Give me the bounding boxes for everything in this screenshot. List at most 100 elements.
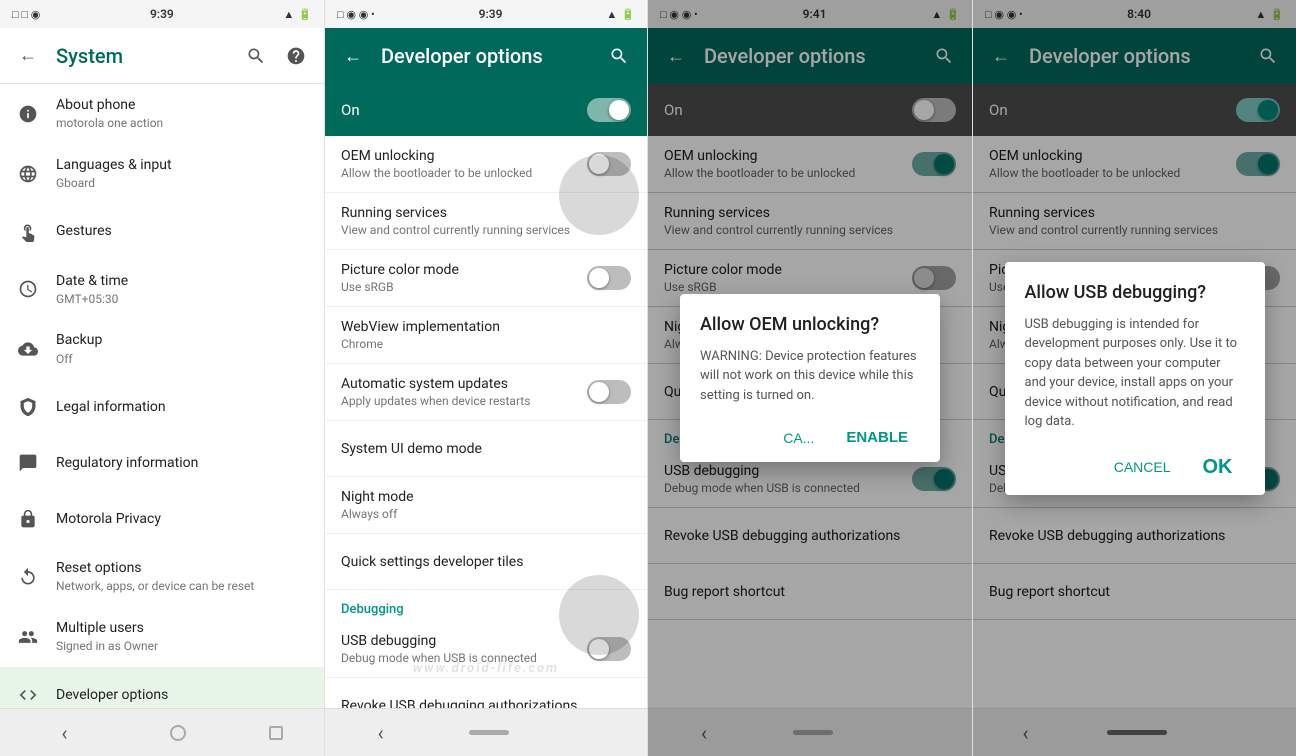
backup-title: Backup (56, 331, 308, 349)
notif-icons-2: □ ◉ ◉ • (337, 8, 375, 21)
battery-icon: 🔋 (298, 8, 312, 21)
color-toggle-2[interactable] (587, 266, 631, 290)
datetime-subtitle: GMT+05:30 (56, 292, 308, 308)
settings-item-about[interactable]: About phone motorola one action (0, 84, 324, 144)
dev-running-title-2: Running services (341, 205, 631, 221)
status-left-icons: □ □ ◉ (12, 8, 40, 21)
dev-item-usb-2[interactable]: USB debugging Debug mode when USB is con… (325, 621, 647, 678)
settings-item-legal[interactable]: Legal information (0, 379, 324, 435)
dev-item-night-2[interactable]: Night mode Always off (325, 477, 647, 534)
dev-settings-list-2: OEM unlocking Allow the bootloader to be… (325, 136, 647, 708)
dev-qs-text-2: Quick settings developer tiles (341, 554, 631, 570)
legal-icon (16, 395, 40, 419)
dev-item-autoupdate-2[interactable]: Automatic system updates Apply updates w… (325, 364, 647, 421)
privacy-text: Motorola Privacy (56, 510, 308, 528)
developer-title: Developer options (56, 686, 308, 704)
debugging-label-2: Debugging (325, 590, 647, 621)
bottom-nav-1: ‹ (0, 708, 324, 756)
app-bar-1: ← System (0, 28, 324, 84)
settings-item-users[interactable]: Multiple users Signed in as Owner (0, 607, 324, 667)
legal-text: Legal information (56, 398, 308, 416)
dev-demo-title-2: System UI demo mode (341, 441, 631, 457)
dev-item-demo-2[interactable]: System UI demo mode (325, 421, 647, 477)
languages-text: Languages & input Gboard (56, 156, 308, 192)
datetime-text: Date & time GMT+05:30 (56, 272, 308, 308)
regulatory-title: Regulatory information (56, 454, 308, 472)
oem-dialog-title: Allow OEM unlocking? (700, 314, 920, 335)
oem-toggle-2[interactable] (587, 152, 631, 176)
status-left-2: □ ◉ ◉ • (337, 8, 375, 21)
search-button-2[interactable] (607, 44, 631, 68)
languages-icon (16, 162, 40, 186)
autoupdate-toggle-2[interactable] (587, 380, 631, 404)
dev-qs-title-2: Quick settings developer tiles (341, 554, 631, 570)
home-nav-2[interactable] (469, 730, 509, 735)
dev-item-webview-2[interactable]: WebView implementation Chrome (325, 307, 647, 364)
dev-revoke-text-2: Revoke USB debugging authorizations (341, 698, 631, 709)
usb-dialog-overlay: Allow USB debugging? USB debugging is in… (973, 0, 1296, 756)
back-nav[interactable]: ‹ (41, 713, 87, 753)
dev-revoke-title-2: Revoke USB debugging authorizations (341, 698, 631, 709)
dev-item-running-2[interactable]: Running services View and control curren… (325, 193, 647, 250)
back-nav-2[interactable]: ‹ (358, 713, 404, 753)
dev-item-revoke-2[interactable]: Revoke USB debugging authorizations (325, 678, 647, 708)
privacy-icon (16, 507, 40, 531)
dev-oem-title-2: OEM unlocking (341, 148, 587, 164)
help-button[interactable] (284, 44, 308, 68)
system-settings-panel: □ □ ◉ 9:39 ▲ 🔋 ← System About phone moto… (0, 0, 325, 756)
users-title: Multiple users (56, 619, 308, 637)
settings-item-gestures[interactable]: Gestures (0, 204, 324, 260)
dev-color-text-2: Picture color mode Use sRGB (341, 262, 587, 294)
dev-autoupdate-text-2: Automatic system updates Apply updates w… (341, 376, 587, 408)
usb-toggle-2[interactable] (587, 637, 631, 661)
dev-oem-text-2: OEM unlocking Allow the bootloader to be… (341, 148, 587, 180)
wifi-icon-2: ▲ (606, 8, 617, 21)
app-bar-2: ← Developer options (325, 28, 647, 84)
usb-ok-button[interactable]: OK (1191, 448, 1245, 487)
about-text: About phone motorola one action (56, 96, 308, 132)
recents-nav[interactable] (269, 726, 283, 740)
dev-item-oem-2[interactable]: OEM unlocking Allow the bootloader to be… (325, 136, 647, 193)
dev-item-quicksettings-2[interactable]: Quick settings developer tiles (325, 534, 647, 590)
settings-item-datetime[interactable]: Date & time GMT+05:30 (0, 260, 324, 320)
oem-cancel-button[interactable]: Ca... (771, 421, 826, 454)
wifi-icon: ▲ (283, 8, 294, 21)
usb-dialog-body: USB debugging is intended for developmen… (1025, 315, 1245, 432)
back-button-2[interactable]: ← (341, 44, 365, 68)
dev-webview-text-2: WebView implementation Chrome (341, 319, 631, 351)
settings-item-regulatory[interactable]: Regulatory information (0, 435, 324, 491)
settings-item-languages[interactable]: Languages & input Gboard (0, 144, 324, 204)
settings-item-developer[interactable]: Developer options (0, 667, 324, 708)
back-button-1[interactable]: ← (16, 44, 40, 68)
oem-enable-button[interactable]: Enable (834, 421, 920, 454)
system-title: System (56, 44, 228, 68)
status-bar-2: □ ◉ ◉ • 9:39 ▲ 🔋 (325, 0, 647, 28)
home-nav[interactable] (170, 725, 186, 741)
developer-text: Developer options (56, 686, 308, 704)
dev-item-color-2[interactable]: Picture color mode Use sRGB (325, 250, 647, 307)
about-icon (16, 102, 40, 126)
reset-title: Reset options (56, 559, 308, 577)
gestures-title: Gestures (56, 222, 308, 240)
languages-title: Languages & input (56, 156, 308, 174)
dev-main-toggle-2[interactable] (587, 98, 631, 122)
dev-night-text-2: Night mode Always off (341, 489, 631, 521)
regulatory-text: Regulatory information (56, 454, 308, 472)
search-button-1[interactable] (244, 44, 268, 68)
settings-item-backup[interactable]: Backup Off (0, 319, 324, 379)
regulatory-icon (16, 451, 40, 475)
dev-on-label-2: On (341, 101, 360, 119)
reset-text: Reset options Network, apps, or device c… (56, 559, 308, 595)
backup-text: Backup Off (56, 331, 308, 367)
usb-dialog-actions: Cancel OK (1025, 448, 1245, 487)
languages-subtitle: Gboard (56, 176, 308, 192)
usb-cancel-button[interactable]: Cancel (1102, 448, 1183, 487)
status-bar-1: □ □ ◉ 9:39 ▲ 🔋 (0, 0, 324, 28)
developer-icon (16, 683, 40, 707)
oem-dialog-actions: Ca... Enable (700, 421, 920, 454)
settings-item-reset[interactable]: Reset options Network, apps, or device c… (0, 547, 324, 607)
reset-icon (16, 565, 40, 589)
status-time-1: 9:39 (150, 7, 174, 21)
bottom-nav-2: ‹ (325, 708, 647, 756)
settings-item-privacy[interactable]: Motorola Privacy (0, 491, 324, 547)
